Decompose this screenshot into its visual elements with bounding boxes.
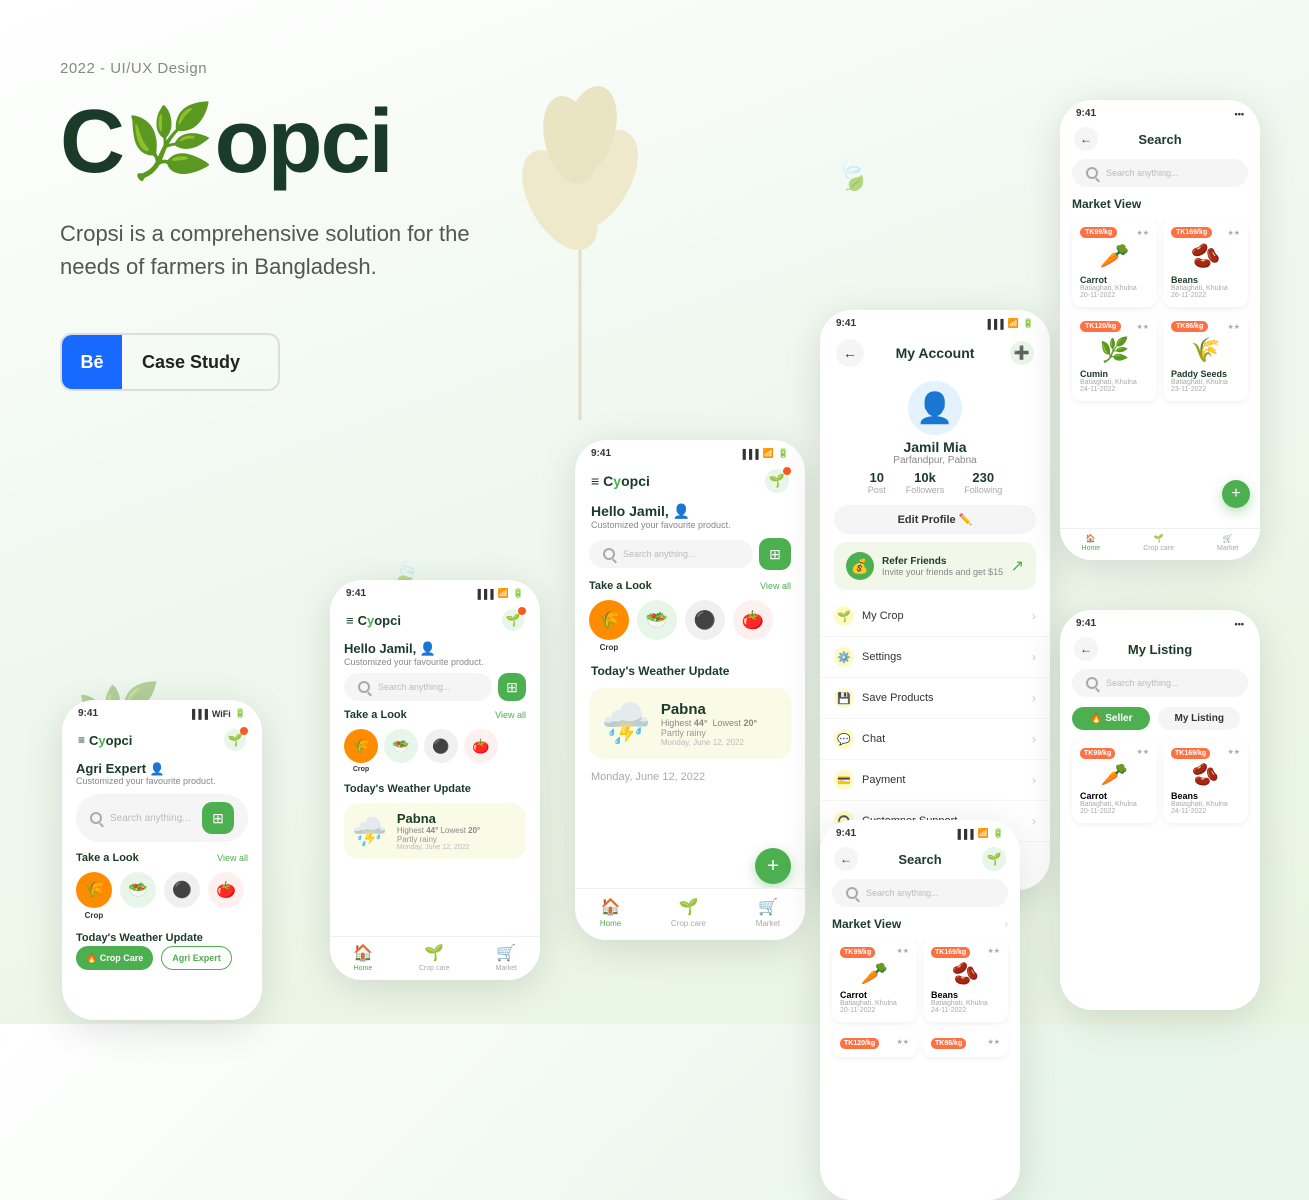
- phone-agri-expert: 9:41 ▐▐▐WiFi🔋 ≡ Cyopci 🌱 Agri Expert 👤 C…: [62, 700, 262, 1020]
- phone-search-bottom: 9:41 ▐▐▐📶🔋 ← Search 🌱 Search anything...…: [820, 820, 1020, 1200]
- tagline: Cropsi is a comprehensive solution for t…: [60, 217, 520, 283]
- search-title-top: Search: [1138, 132, 1181, 147]
- phone-my-account: 9:41 ▐▐▐📶🔋 ← My Account ➕ 👤 Jamil Mia Pa…: [820, 310, 1050, 890]
- crop-care-tab[interactable]: 🔥 Crop Care: [76, 946, 153, 970]
- beans-product-top: Beans: [1171, 275, 1240, 285]
- account-title: My Account: [896, 345, 975, 361]
- seller-tab[interactable]: 🔥 Seller: [1072, 707, 1150, 730]
- my-listing-tab[interactable]: My Listing: [1158, 707, 1239, 730]
- year-label: 2022 - UI/UX Design: [60, 60, 620, 77]
- phone-home-large: 9:41 ▐▐▐📶🔋 ≡ Cyopci 🌱 Hello Jamil, 👤 Cus…: [575, 440, 805, 940]
- beans-listing: Beans: [1171, 791, 1240, 801]
- search-title-bottom: Search: [898, 852, 941, 867]
- behance-icon[interactable]: Bē: [62, 335, 122, 389]
- logo-container: C 🌿 opci: [60, 97, 620, 187]
- listing-title: My Listing: [1128, 642, 1192, 657]
- beans-product-bottom: Beans: [931, 990, 1000, 1000]
- case-study-button[interactable]: Bē Case Study: [60, 333, 280, 391]
- phone-home-small: 9:41 ▐▐▐📶🔋 ≡ Cyopci 🌱 Hello Jamil, 👤 Cus…: [330, 580, 540, 980]
- phone-my-listing: 9:41 ••• ← My Listing Search anything...…: [1060, 610, 1260, 1010]
- case-study-label: Case Study: [122, 352, 260, 373]
- phone-search-top: 9:41 ••• ← Search Search anything... Mar…: [1060, 100, 1260, 560]
- agri-expert-tab[interactable]: Agri Expert: [161, 946, 232, 970]
